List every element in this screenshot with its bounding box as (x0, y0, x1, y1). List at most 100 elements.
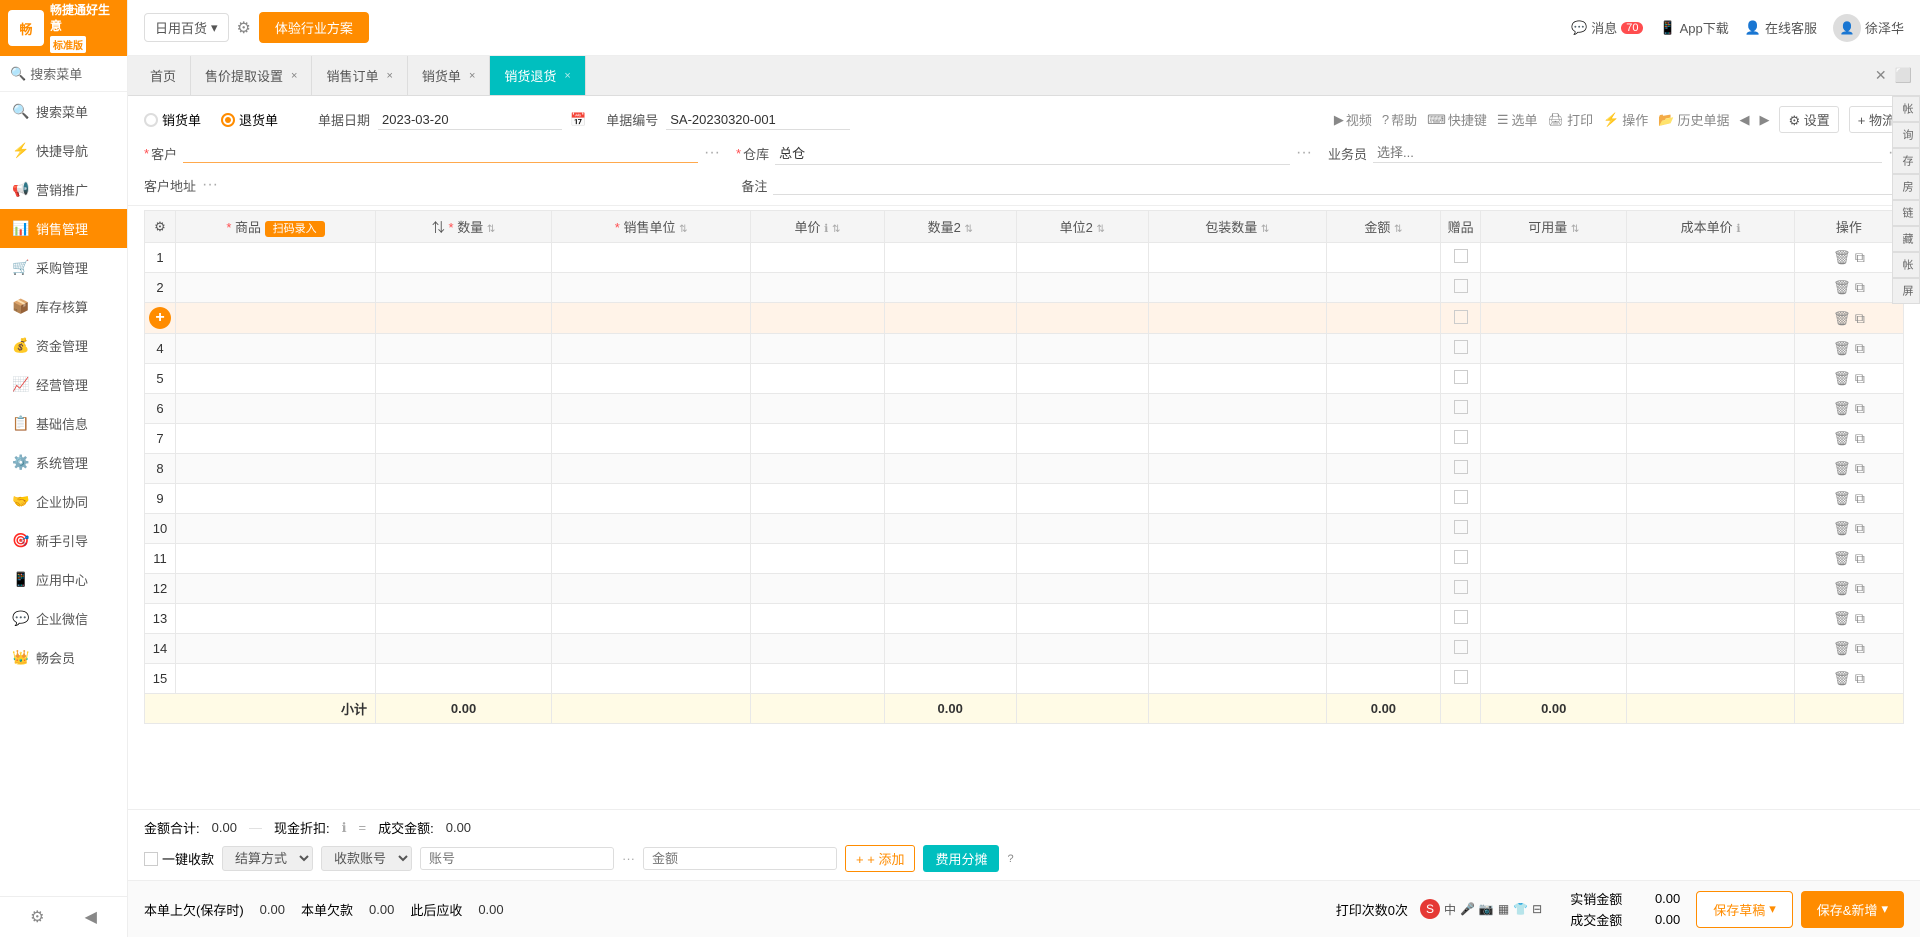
unit-cell-5[interactable] (552, 364, 751, 394)
delete-icon-5[interactable]: 🗑 (1833, 370, 1851, 386)
delete-icon-7[interactable]: 🗑 (1833, 430, 1851, 446)
topbar-settings-icon[interactable]: ⚙ (237, 18, 251, 38)
sidebar-item-search[interactable]: 🔍搜索菜单 (0, 92, 127, 131)
gift-cell-9[interactable] (1441, 484, 1481, 514)
gift-checkbox-12[interactable] (1454, 580, 1468, 594)
delete-icon-3[interactable]: 🗑 (1833, 310, 1851, 326)
sidebar-item-system[interactable]: ⚙️系统管理 (0, 443, 127, 482)
qty-cell-6[interactable] (376, 394, 552, 424)
copy-icon-3[interactable]: ⧉ (1855, 310, 1865, 326)
available-cell-7[interactable] (1481, 424, 1627, 454)
delete-icon-11[interactable]: 🗑 (1833, 550, 1851, 566)
unit-cell-4[interactable] (552, 334, 751, 364)
copy-icon-1[interactable]: ⧉ (1855, 249, 1865, 265)
cost-price-cell-8[interactable] (1627, 454, 1795, 484)
qty-cell-3[interactable] (376, 303, 552, 334)
qty-cell-8[interactable] (376, 454, 552, 484)
right-float-btn-6[interactable]: 帐 (1892, 252, 1920, 278)
price-cell-15[interactable] (751, 664, 885, 694)
tab-1[interactable]: 售价提取设置× (191, 56, 312, 95)
gift-checkbox-4[interactable] (1454, 340, 1468, 354)
price-cell-9[interactable] (751, 484, 885, 514)
settings-col-header[interactable]: ⚙ (145, 211, 176, 243)
pack-qty-cell-13[interactable] (1148, 604, 1326, 634)
account-dots[interactable]: ··· (622, 851, 635, 866)
customer-input[interactable] (183, 143, 698, 163)
pack-qty-cell-2[interactable] (1148, 273, 1326, 303)
add-payment-btn[interactable]: + + 添加 (845, 845, 915, 872)
right-float-btn-0[interactable]: 帐 (1892, 96, 1920, 122)
delete-icon-8[interactable]: 🗑 (1833, 460, 1851, 476)
amount-cell-10[interactable] (1326, 514, 1441, 544)
price-cell-3[interactable] (751, 303, 885, 334)
available-cell-9[interactable] (1481, 484, 1627, 514)
qty-cell-11[interactable] (376, 544, 552, 574)
delete-icon-2[interactable]: 🗑 (1833, 279, 1851, 295)
available-cell-4[interactable] (1481, 334, 1627, 364)
gift-checkbox-15[interactable] (1454, 670, 1468, 684)
pack-qty-cell-14[interactable] (1148, 634, 1326, 664)
unit2-sort[interactable]: ⇅ (1097, 224, 1105, 235)
product-cell-6[interactable] (176, 394, 376, 424)
maximize-icon[interactable]: ⬜ (1895, 67, 1912, 84)
unit2-cell-2[interactable] (1016, 273, 1148, 303)
amount-cell-14[interactable] (1326, 634, 1441, 664)
price-cell-1[interactable] (751, 243, 885, 273)
sidebar-item-apps[interactable]: 📱应用中心 (0, 560, 127, 599)
unit-cell-14[interactable] (552, 634, 751, 664)
industry-selector[interactable]: 日用百货 ▾ (144, 13, 229, 42)
calendar-icon[interactable]: 📅 (570, 112, 586, 128)
shortcuts-btn[interactable]: ⌨ 快捷键 (1427, 110, 1487, 129)
tab-2[interactable]: 销售订单× (312, 56, 407, 95)
unit2-cell-10[interactable] (1016, 514, 1148, 544)
gift-cell-6[interactable] (1441, 394, 1481, 424)
qty-cell-15[interactable] (376, 664, 552, 694)
settlement-select[interactable]: 结算方式 (222, 846, 313, 871)
unit-cell-2[interactable] (552, 273, 751, 303)
amount-input[interactable] (643, 847, 837, 870)
sidebar-item-purchase[interactable]: 🛒采购管理 (0, 248, 127, 287)
gift-cell-3[interactable] (1441, 303, 1481, 334)
unit-cell-7[interactable] (552, 424, 751, 454)
tab-4[interactable]: 销货退货× (490, 56, 585, 95)
product-cell-3[interactable] (176, 303, 376, 334)
history-btn[interactable]: 📂 历史单据 (1658, 110, 1729, 129)
pack-sort[interactable]: ⇅ (1261, 224, 1269, 235)
right-float-btn-4[interactable]: 链 (1892, 200, 1920, 226)
cost-price-cell-5[interactable] (1627, 364, 1795, 394)
product-cell-8[interactable] (176, 454, 376, 484)
gift-cell-1[interactable] (1441, 243, 1481, 273)
delete-icon-12[interactable]: 🗑 (1833, 580, 1851, 596)
price-cell-12[interactable] (751, 574, 885, 604)
copy-icon-7[interactable]: ⧉ (1855, 430, 1865, 446)
cost-price-cell-14[interactable] (1627, 634, 1795, 664)
copy-icon-11[interactable]: ⧉ (1855, 550, 1865, 566)
gift-cell-7[interactable] (1441, 424, 1481, 454)
qty2-cell-4[interactable] (884, 334, 1016, 364)
cost-price-cell-12[interactable] (1627, 574, 1795, 604)
sidebar-item-sales[interactable]: 📊销售管理 (0, 209, 127, 248)
copy-icon-9[interactable]: ⧉ (1855, 490, 1865, 506)
pack-qty-cell-10[interactable] (1148, 514, 1326, 544)
unit-cell-10[interactable] (552, 514, 751, 544)
unit2-cell-3[interactable] (1016, 303, 1148, 334)
right-float-btn-2[interactable]: 存 (1892, 148, 1920, 174)
available-cell-8[interactable] (1481, 454, 1627, 484)
price-cell-8[interactable] (751, 454, 885, 484)
tab-3[interactable]: 销货单× (408, 56, 490, 95)
scan-btn[interactable]: 扫码录入 (265, 221, 325, 237)
unit-cell-1[interactable] (552, 243, 751, 273)
pack-qty-cell-8[interactable] (1148, 454, 1326, 484)
qty-cell-12[interactable] (376, 574, 552, 604)
customer-dots[interactable]: ··· (704, 144, 720, 162)
remark-input[interactable] (773, 175, 1904, 195)
address-dots[interactable]: ··· (202, 176, 218, 194)
qty-cell-9[interactable] (376, 484, 552, 514)
product-cell-12[interactable] (176, 574, 376, 604)
unit-cell-9[interactable] (552, 484, 751, 514)
save-new-btn[interactable]: 保存&新增 ▾ (1801, 891, 1904, 928)
product-input-3[interactable] (180, 311, 371, 326)
copy-icon-8[interactable]: ⧉ (1855, 460, 1865, 476)
amount-cell-8[interactable] (1326, 454, 1441, 484)
unit2-cell-4[interactable] (1016, 334, 1148, 364)
